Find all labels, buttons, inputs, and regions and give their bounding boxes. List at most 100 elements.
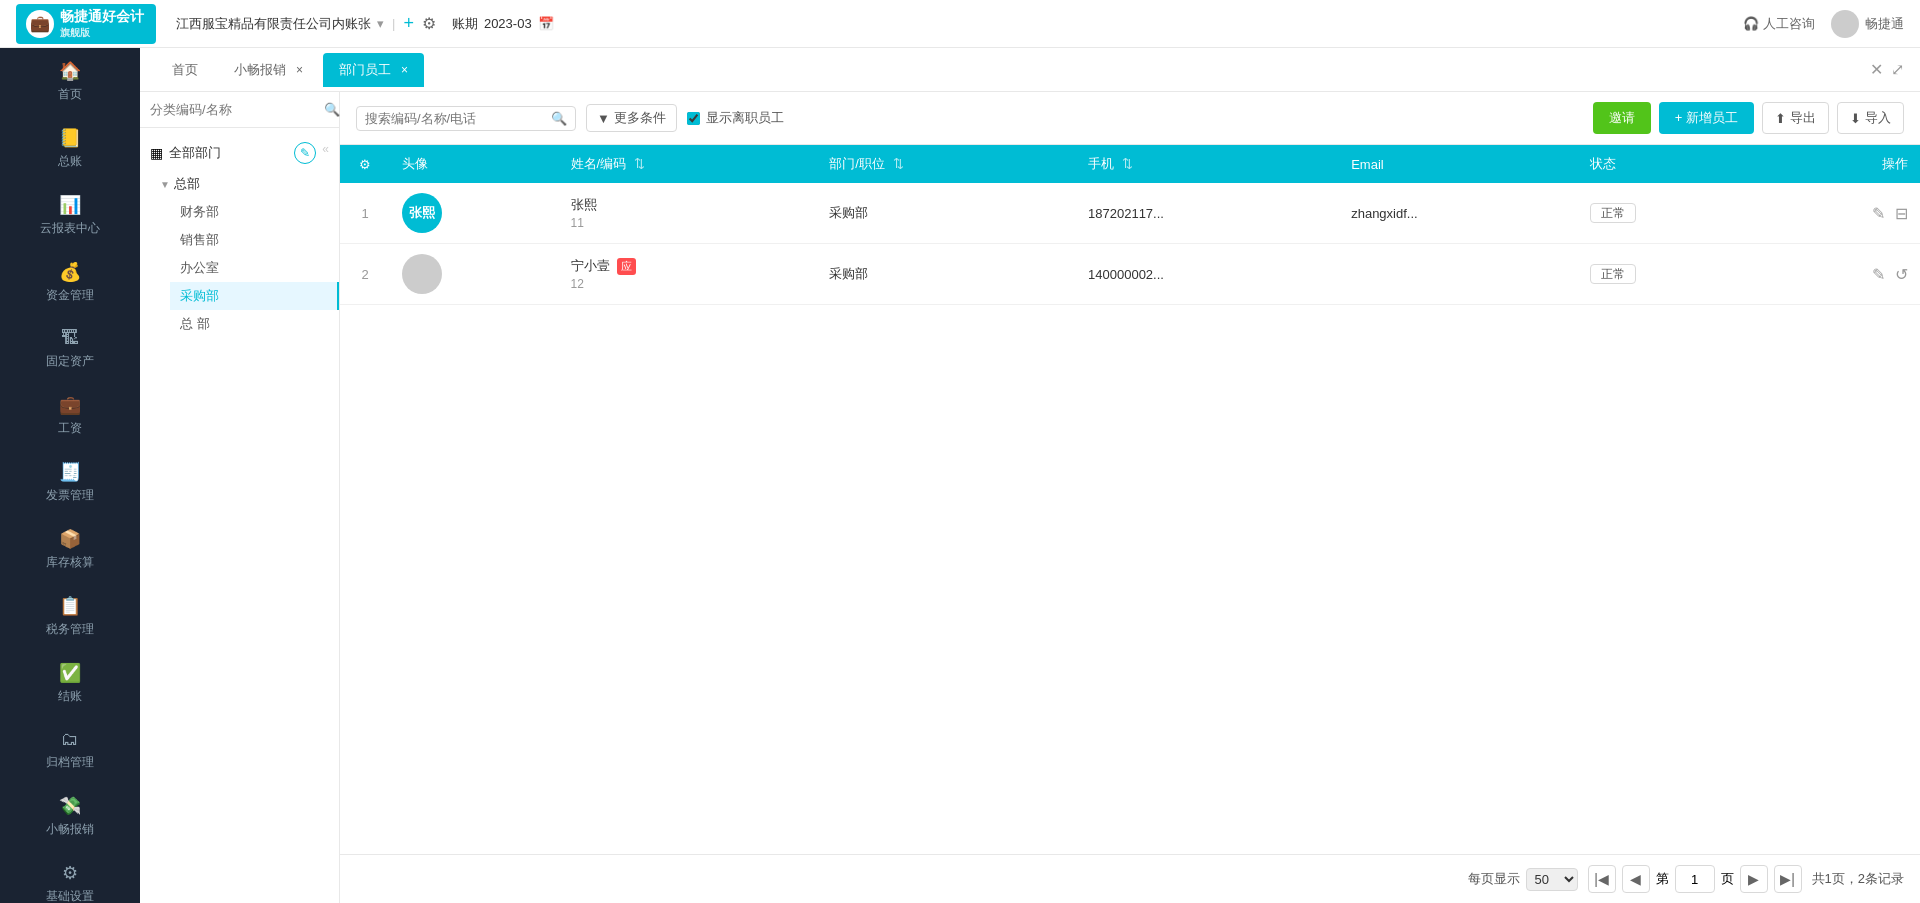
dept-item-purchase[interactable]: 采购部	[170, 282, 339, 310]
total-label: 共1页，2条记录	[1812, 870, 1904, 888]
sidebar-item-settle[interactable]: ✅ 结账	[0, 650, 140, 717]
col-email: Email	[1339, 145, 1577, 183]
col-name[interactable]: 姓名/编码 ⇅	[559, 145, 818, 183]
sidebar-item-expense[interactable]: 💸 小畅报销	[0, 783, 140, 850]
dept-item-sales[interactable]: 销售部	[170, 226, 339, 254]
sidebar-item-label: 税务管理	[46, 621, 94, 638]
dept-edit-button[interactable]: ✎	[294, 142, 316, 164]
tab-department-label: 部门员工	[339, 61, 391, 79]
tab-expense[interactable]: 小畅报销 ×	[218, 53, 319, 87]
sidebar-item-inventory[interactable]: 📦 库存核算	[0, 516, 140, 583]
dept-item-finance[interactable]: 财务部	[170, 198, 339, 226]
dept-search-icon[interactable]: 🔍	[324, 102, 340, 117]
company-selector[interactable]: 江西服宝精品有限责任公司内账张 ▾	[176, 15, 384, 33]
ledger-icon: 📒	[59, 127, 81, 149]
sidebar-item-label: 发票管理	[46, 487, 94, 504]
prev-page-button[interactable]: ◀	[1622, 865, 1650, 893]
archive-icon: 🗂	[61, 729, 79, 750]
assets-icon: 🏗	[61, 328, 79, 349]
logo-icon: 💼	[26, 10, 54, 38]
calendar-icon[interactable]: 📅	[538, 16, 554, 31]
tab-close-window-button[interactable]: ✕	[1870, 60, 1883, 79]
app-name: 畅捷通好会计	[60, 8, 144, 26]
delete-button[interactable]: ⊟	[1895, 204, 1908, 223]
dept-group-name: 总部	[174, 175, 200, 193]
page-number-input[interactable]	[1675, 865, 1715, 893]
add-employee-button[interactable]: + 新增员工	[1659, 102, 1754, 134]
show-resigned-checkbox[interactable]: 显示离职员工	[687, 109, 784, 127]
dept-item-label: 财务部	[180, 203, 219, 221]
period-selector[interactable]: 账期 2023-03 📅	[452, 15, 554, 33]
period-label: 账期	[452, 15, 478, 33]
badge-tag: 应	[617, 258, 636, 275]
user-name: 畅捷通	[1865, 15, 1904, 33]
sidebar-item-reports[interactable]: 📊 云报表中心	[0, 182, 140, 249]
sidebar-item-label: 总账	[58, 153, 82, 170]
col-phone[interactable]: 手机 ⇅	[1076, 145, 1339, 183]
sidebar-item-funds[interactable]: 💰 资金管理	[0, 249, 140, 316]
refresh-button[interactable]: ↺	[1895, 265, 1908, 284]
pagination: |◀ ◀ 第 页 ▶ ▶|	[1588, 865, 1802, 893]
employee-table: ⚙ 头像 姓名/编码 ⇅ 部门/职位 ⇅ 手机 ⇅ Email 状态 操作	[340, 145, 1920, 305]
dept-grid-icon: ▦	[150, 145, 163, 161]
employee-name: 宁小壹 应	[571, 257, 806, 275]
sidebar-item-ledger[interactable]: 📒 总账	[0, 115, 140, 182]
row-num: 2	[340, 244, 390, 305]
tab-expand-button[interactable]: ⤢	[1891, 60, 1904, 79]
tab-home[interactable]: 首页	[156, 53, 214, 87]
toolbar: 🔍 ▼ 更多条件 显示离职员工 邀请 + 新增员工 ⬆	[340, 92, 1920, 145]
company-name: 江西服宝精品有限责任公司内账张	[176, 15, 371, 33]
sidebar-item-basic[interactable]: ⚙ 基础设置	[0, 850, 140, 903]
tab-home-label: 首页	[172, 61, 198, 79]
tab-department-close-icon[interactable]: ×	[401, 63, 408, 77]
page-size-selector: 每页显示 10 20 50 100	[1468, 868, 1578, 891]
import-button[interactable]: ⬇ 导入	[1837, 102, 1904, 134]
company-dropdown-icon[interactable]: ▾	[377, 16, 384, 31]
col-dept[interactable]: 部门/职位 ⇅	[817, 145, 1076, 183]
salary-icon: 💼	[59, 394, 81, 416]
col-avatar: 头像	[390, 145, 559, 183]
add-company-icon[interactable]: +	[403, 13, 414, 34]
sidebar-item-salary[interactable]: 💼 工资	[0, 382, 140, 449]
dept-item-hq[interactable]: 总 部	[170, 310, 339, 338]
dept-panel: 🔍 ▦ 全部部门 ✎ «	[140, 92, 340, 903]
dept-sub-list: 财务部 销售部 办公室 采购部	[150, 198, 339, 338]
dept-all-header[interactable]: ▦ 全部部门 ✎ «	[140, 136, 339, 170]
service-button[interactable]: 🎧 人工咨询	[1743, 15, 1815, 33]
tab-department[interactable]: 部门员工 ×	[323, 53, 424, 87]
next-page-button[interactable]: ▶	[1740, 865, 1768, 893]
edit-button[interactable]: ✎	[1872, 265, 1885, 284]
dept-item-office[interactable]: 办公室	[170, 254, 339, 282]
sidebar-item-label: 小畅报销	[46, 821, 94, 838]
user-menu[interactable]: 畅捷通	[1831, 10, 1904, 38]
first-page-button[interactable]: |◀	[1588, 865, 1616, 893]
row-email	[1339, 244, 1577, 305]
sidebar-item-invoice[interactable]: 🧾 发票管理	[0, 449, 140, 516]
app-logo: 💼 畅捷通好会计 旗舰版	[16, 4, 156, 44]
edit-button[interactable]: ✎	[1872, 204, 1885, 223]
dept-search-input[interactable]	[150, 102, 318, 117]
show-resigned-input[interactable]	[687, 112, 700, 125]
reports-icon: 📊	[59, 194, 81, 216]
sidebar-item-label: 工资	[58, 420, 82, 437]
dept-collapse-icon[interactable]: «	[322, 142, 329, 164]
tax-icon: 📋	[59, 595, 81, 617]
col-settings[interactable]: ⚙	[340, 145, 390, 183]
funds-icon: 💰	[59, 261, 81, 283]
filter-button[interactable]: ▼ 更多条件	[586, 104, 677, 132]
invite-button[interactable]: 邀请	[1593, 102, 1651, 134]
sidebar-item-tax[interactable]: 📋 税务管理	[0, 583, 140, 650]
sidebar-item-archive[interactable]: 🗂 归档管理	[0, 717, 140, 783]
search-input[interactable]	[365, 111, 545, 126]
dept-tree: ▦ 全部部门 ✎ « ▼ 总部	[140, 128, 339, 903]
sidebar-item-assets[interactable]: 🏗 固定资产	[0, 316, 140, 382]
settings-icon[interactable]: ⚙	[422, 14, 436, 33]
search-icon[interactable]: 🔍	[551, 111, 567, 126]
tab-expense-close-icon[interactable]: ×	[296, 63, 303, 77]
sidebar-item-home[interactable]: 🏠 首页	[0, 48, 140, 115]
page-size-select[interactable]: 10 20 50 100	[1526, 868, 1578, 891]
topbar-right: 🎧 人工咨询 畅捷通	[1743, 10, 1904, 38]
dept-group-label-headquarters[interactable]: ▼ 总部	[150, 170, 339, 198]
last-page-button[interactable]: ▶|	[1774, 865, 1802, 893]
export-button[interactable]: ⬆ 导出	[1762, 102, 1829, 134]
